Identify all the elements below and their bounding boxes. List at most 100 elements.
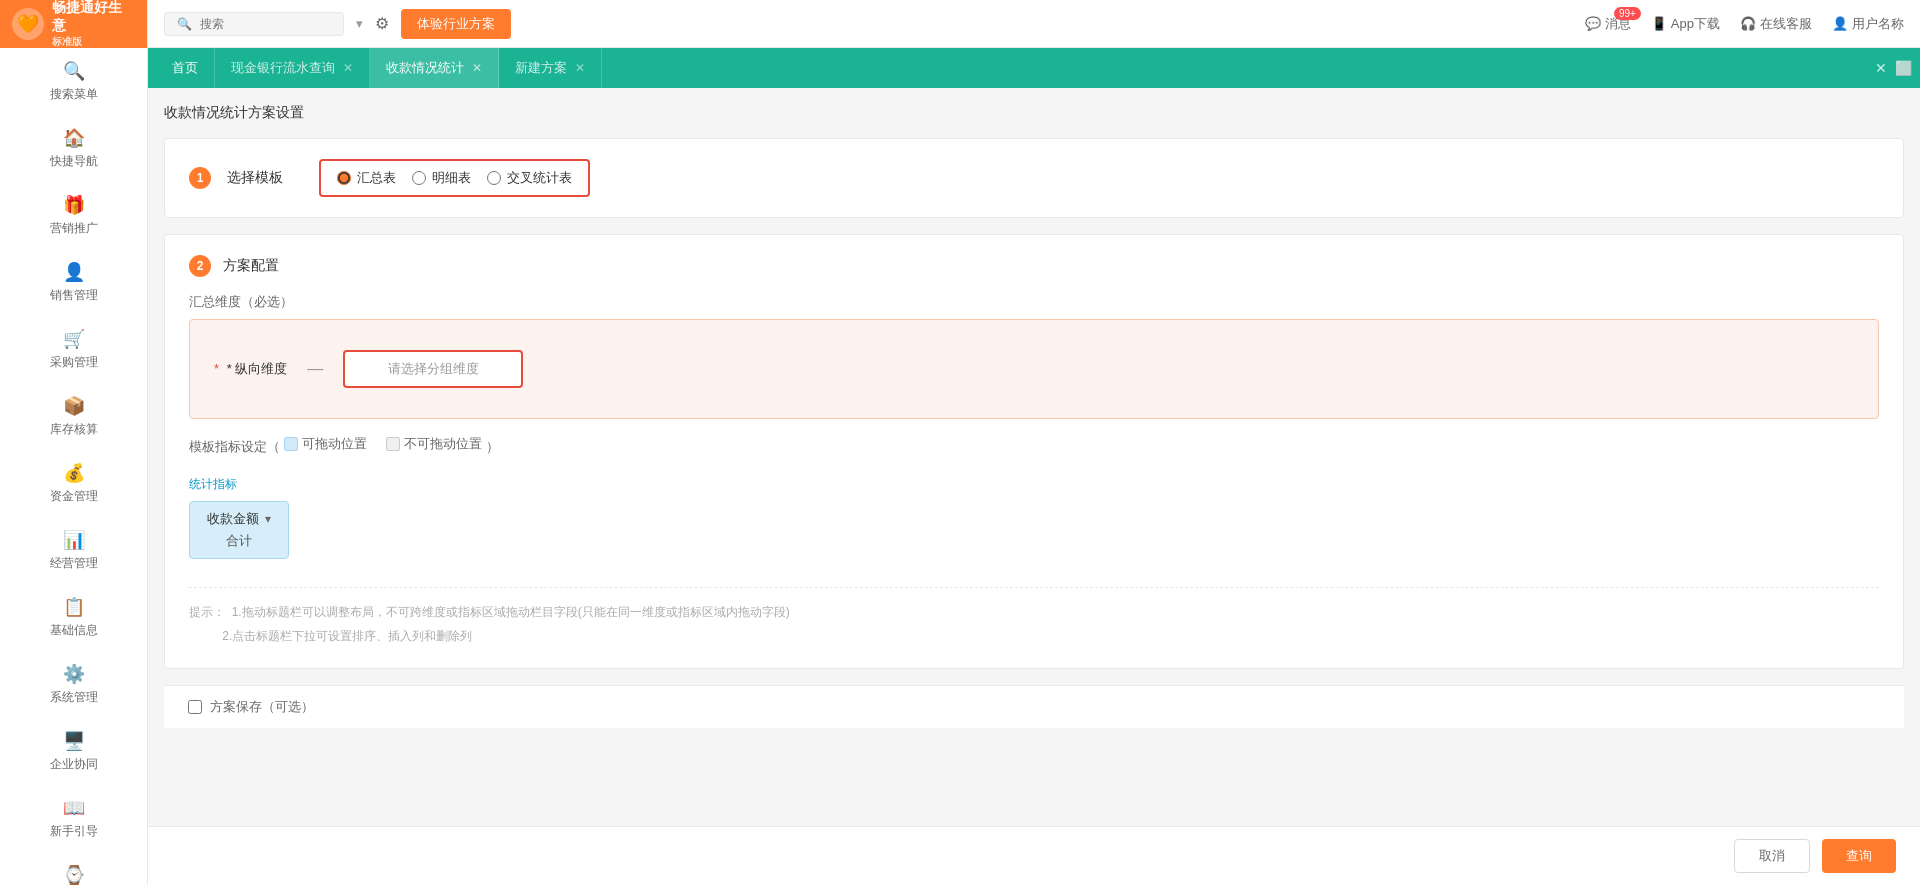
book-icon: 📖 — [63, 797, 85, 819]
tips-section: 提示： 1.拖动标题栏可以调整布局，不可跨维度或指标区域拖动栏目字段(只能在同一… — [189, 587, 1879, 648]
page-title: 收款情况统计方案设置 — [164, 104, 1904, 122]
search-box[interactable]: 🔍 — [164, 12, 344, 36]
search-icon: 🔍 — [177, 17, 192, 31]
radio-detail[interactable]: 明细表 — [412, 169, 471, 187]
draggable-legend-icon — [284, 437, 298, 451]
service-icon: 🎧 — [1740, 16, 1756, 31]
tab-new-plan[interactable]: 新建方案 ✕ — [499, 48, 602, 88]
sidebar-item-hardware[interactable]: ⌚ 智能硬件 — [0, 852, 147, 885]
chart-icon: 📊 — [63, 529, 85, 551]
vertical-dim-label: * * 纵向维度 — [214, 360, 287, 378]
topbar-right: 💬 消息 99+ 📱 App下载 🎧 在线客服 👤 用户名称 — [1585, 15, 1904, 33]
watch-icon: ⌚ — [63, 864, 85, 885]
sidebar-logo: 🧡 畅捷通好生意 标准版 — [0, 0, 147, 48]
step2-title-row: 2 方案配置 — [189, 255, 1879, 277]
radio-summary[interactable]: 汇总表 — [337, 169, 396, 187]
tab-close-payment-stats[interactable]: ✕ — [472, 61, 482, 75]
stats-card-body: 合计 — [226, 532, 252, 550]
step1-card: 1 选择模板 汇总表 明细表 交叉统计表 — [164, 138, 1904, 218]
tabbar-controls: ✕ ⬜ — [1875, 60, 1912, 76]
sidebar-item-purchase[interactable]: 🛒 采购管理 — [0, 316, 147, 383]
template-select-box: 汇总表 明细表 交叉统计表 — [319, 159, 590, 197]
step2-num: 2 — [189, 255, 211, 277]
online-service-btn[interactable]: 🎧 在线客服 — [1740, 15, 1812, 33]
stats-card[interactable]: 收款金额 ▾ 合计 — [189, 501, 289, 559]
close-all-icon[interactable]: ✕ — [1875, 60, 1887, 76]
sidebar-item-marketing[interactable]: 🎁 营销推广 — [0, 182, 147, 249]
gear-icon: ⚙️ — [63, 663, 85, 685]
download-icon: 📱 — [1651, 16, 1667, 31]
tips-text-2: 2.点击标题栏下拉可设置排序、插入列和删除列 — [189, 624, 1879, 648]
tab-payment-stats[interactable]: 收款情况统计 ✕ — [370, 48, 499, 88]
sidebar-item-search[interactable]: 🔍 搜索菜单 — [0, 48, 147, 115]
search-icon: 🔍 — [63, 60, 85, 82]
sidebar-item-guide[interactable]: 📖 新手引导 — [0, 785, 147, 852]
dimension-select[interactable]: 请选择分组维度 — [343, 350, 523, 388]
main-area: 🔍 ▾ ⚙ 体验行业方案 💬 消息 99+ 📱 App下载 🎧 在线客服 👤 用… — [148, 0, 1920, 885]
maximize-icon[interactable]: ⬜ — [1895, 60, 1912, 76]
stats-card-header: 收款金额 ▾ — [207, 510, 271, 528]
step1-label: 选择模板 — [227, 169, 283, 187]
gift-icon: 🎁 — [63, 194, 85, 216]
logo-icon: 🧡 — [12, 8, 44, 40]
step1-num: 1 — [189, 167, 211, 189]
sidebar: 🧡 畅捷通好生意 标准版 🔍 搜索菜单 🏠 快捷导航 🎁 营销推广 👤 销售管理… — [0, 0, 148, 885]
radio-summary-input[interactable] — [337, 171, 351, 185]
save-label: 方案保存（可选） — [210, 698, 314, 716]
monitor-icon: 🖥️ — [63, 730, 85, 752]
app-download-btn[interactable]: 📱 App下载 — [1651, 15, 1720, 33]
message-icon: 💬 — [1585, 16, 1601, 31]
sales-icon: 👤 — [63, 261, 85, 283]
cancel-button[interactable]: 取消 — [1734, 839, 1810, 873]
logo-text: 畅捷通好生意 标准版 — [52, 0, 135, 49]
tab-bank-flow[interactable]: 现金银行流水查询 ✕ — [215, 48, 370, 88]
sidebar-item-corp[interactable]: 🖥️ 企业协同 — [0, 718, 147, 785]
sidebar-item-sales[interactable]: 👤 销售管理 — [0, 249, 147, 316]
stats-section-label: 统计指标 — [189, 476, 1879, 493]
required-mark: * — [214, 361, 219, 376]
radio-detail-input[interactable] — [412, 171, 426, 185]
home-icon: 🏠 — [63, 127, 85, 149]
metrics-label: 模板指标设定（ 可拖动位置 不可拖动位置 ） — [189, 435, 1879, 456]
step2-label: 方案配置 — [223, 257, 279, 275]
clipboard-icon: 📋 — [63, 596, 85, 618]
stats-area: 统计指标 收款金额 ▾ 合计 — [189, 464, 1879, 571]
radio-cross-input[interactable] — [487, 171, 501, 185]
dimension-title: 汇总维度（必选） — [189, 293, 1879, 311]
topbar: 🔍 ▾ ⚙ 体验行业方案 💬 消息 99+ 📱 App下载 🎧 在线客服 👤 用… — [148, 0, 1920, 48]
footer-save-row: 方案保存（可选） — [164, 685, 1904, 728]
dropdown-icon[interactable]: ▾ — [356, 16, 363, 31]
tabbar: 首页 现金银行流水查询 ✕ 收款情况统计 ✕ 新建方案 ✕ ✕ ⬜ — [148, 48, 1920, 88]
fixed-legend-icon — [386, 437, 400, 451]
sidebar-item-nav[interactable]: 🏠 快捷导航 — [0, 115, 147, 182]
user-icon: 👤 — [1832, 16, 1848, 31]
user-info[interactable]: 👤 用户名称 — [1832, 15, 1904, 33]
message-btn[interactable]: 💬 消息 99+ — [1585, 15, 1631, 33]
step1-row: 1 选择模板 汇总表 明细表 交叉统计表 — [189, 159, 1879, 197]
box-icon: 📦 — [63, 395, 85, 417]
dimension-area: * * 纵向维度 — 请选择分组维度 — [189, 319, 1879, 419]
step2-card: 2 方案配置 汇总维度（必选） * * 纵向维度 — 请选择分组维度 模板指标设… — [164, 234, 1904, 669]
sidebar-item-system[interactable]: ⚙️ 系统管理 — [0, 651, 147, 718]
action-bar: 取消 查询 — [148, 826, 1920, 885]
tab-close-new-plan[interactable]: ✕ — [575, 61, 585, 75]
arrow-icon: — — [307, 360, 323, 378]
save-checkbox[interactable] — [188, 700, 202, 714]
content-area: 收款情况统计方案设置 1 选择模板 汇总表 明细表 交 — [148, 88, 1920, 826]
stats-dropdown-icon[interactable]: ▾ — [265, 512, 271, 526]
tab-close-bank-flow[interactable]: ✕ — [343, 61, 353, 75]
tips-text-1: 提示： 1.拖动标题栏可以调整布局，不可跨维度或指标区域拖动栏目字段(只能在同一… — [189, 600, 1879, 624]
sidebar-item-basic-info[interactable]: 📋 基础信息 — [0, 584, 147, 651]
sidebar-item-management[interactable]: 📊 经营管理 — [0, 517, 147, 584]
query-button[interactable]: 查询 — [1822, 839, 1896, 873]
settings-icon[interactable]: ⚙ — [375, 14, 389, 33]
money-icon: 💰 — [63, 462, 85, 484]
sidebar-item-finance[interactable]: 💰 资金管理 — [0, 450, 147, 517]
sidebar-item-inventory[interactable]: 📦 库存核算 — [0, 383, 147, 450]
radio-cross[interactable]: 交叉统计表 — [487, 169, 572, 187]
cart-icon: 🛒 — [63, 328, 85, 350]
tab-home[interactable]: 首页 — [156, 48, 215, 88]
industry-btn[interactable]: 体验行业方案 — [401, 9, 511, 39]
search-input[interactable] — [200, 17, 320, 31]
legend-draggable: 可拖动位置 — [284, 435, 367, 453]
